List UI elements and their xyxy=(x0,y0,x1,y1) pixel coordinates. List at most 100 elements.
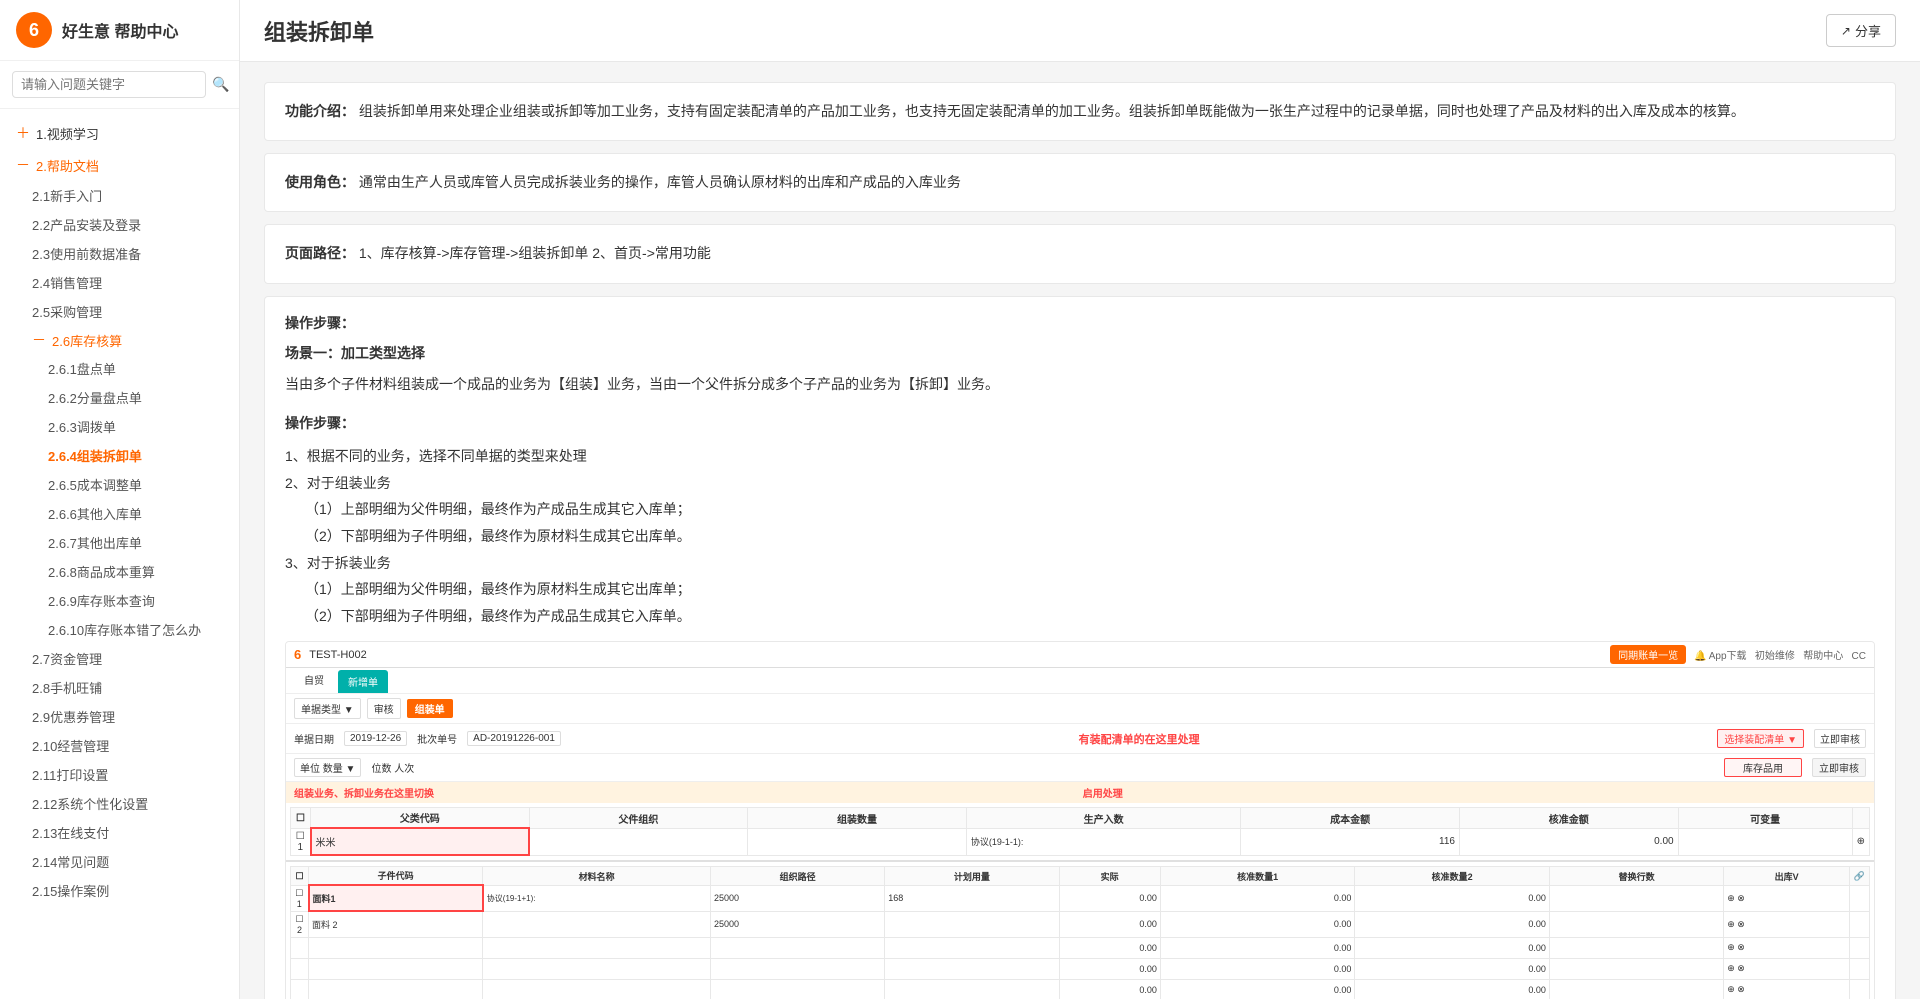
td2-check: ☐ 1 xyxy=(291,885,309,911)
tab-new[interactable]: 新增单 xyxy=(338,670,388,693)
app-form: 单据日期 2019-12-26 批次单号 AD-20191226-001 有装配… xyxy=(286,724,1874,754)
td2-approved1: 0.00 xyxy=(1160,885,1355,911)
td-parent-org xyxy=(529,828,748,855)
th-prod-in: 生产入数 xyxy=(966,808,1240,829)
toolbar-doc-type[interactable]: 单据类型 ▼ xyxy=(294,698,361,719)
sidebar-item-label: 2.6库存核算 xyxy=(52,331,122,350)
form-group-value[interactable]: AD-20191226-001 xyxy=(467,731,561,746)
th-cost: 成本金额 xyxy=(1241,808,1460,829)
sidebar-item-cost-recalc[interactable]: 2.6.8商品成本重算 xyxy=(48,557,239,586)
toolbar-assembly[interactable]: 组装单 xyxy=(407,699,453,718)
sidebar-item-coupon[interactable]: 2.9优惠券管理 xyxy=(32,702,239,731)
role-card: 使用角色： 通常由生产人员或库管人员完成拆装业务的操作，库管人员确认原材料的出库… xyxy=(264,153,1896,212)
td2-out2: ⊕ ⊗ xyxy=(1724,911,1850,937)
scene1-desc: 当由多个子件材料组装成一个成品的业务为【组装】业务，当由一个父件拆分成多个子产品… xyxy=(285,371,1875,398)
lower-table-row-empty: 0.00 0.00 0.00 ⊕ ⊗ xyxy=(291,937,1870,958)
sidebar-item-cases[interactable]: 2.15操作案例 xyxy=(32,876,239,905)
path-text: 页面路径： 1、库存核算->库存管理->组装拆卸单 2、首页->常用功能 xyxy=(285,241,1875,266)
td2-empty-5b xyxy=(309,979,483,999)
sidebar-item-assembly[interactable]: 2.6.4组装拆卸单 xyxy=(48,441,239,470)
page-title: 组装拆卸单 xyxy=(264,15,374,47)
collapse-icon: － xyxy=(32,330,46,350)
td-check: ☐ 1 xyxy=(291,828,311,855)
th-qty: 组装数量 xyxy=(748,808,967,829)
sidebar-item-install[interactable]: 2.2产品安装及登录 xyxy=(32,210,239,239)
td2-app2-2: 0.00 xyxy=(1355,911,1550,937)
form-unit-count[interactable]: 单位 数量 ▼ xyxy=(294,758,361,777)
toolbar-approve[interactable]: 审核 xyxy=(367,698,401,719)
td2-empty-4j: ⊕ ⊗ xyxy=(1724,958,1850,979)
sidebar-item-purchase[interactable]: 2.5采购管理 xyxy=(32,297,239,326)
share-button[interactable]: ↗ 分享 xyxy=(1826,14,1896,47)
annotation-switch: 组装业务、拆卸业务在这里切换 xyxy=(294,785,434,800)
sidebar-item-beginner[interactable]: 2.1新手入门 xyxy=(32,181,239,210)
td2-empty-3i xyxy=(1549,937,1723,958)
step3-2: （2）下部明细为子件明细，最终作为产成品生成其它入库单。 xyxy=(285,603,1875,630)
td2-replace xyxy=(1549,885,1723,911)
form-date-value[interactable]: 2019-12-26 xyxy=(344,731,407,746)
sidebar-item-partial-stocktake[interactable]: 2.6.2分量盘点单 xyxy=(48,383,239,412)
nav-sub-inventory: 2.6.1盘点单 2.6.2分量盘点单 2.6.3调拨单 2.6.4组装拆卸单 … xyxy=(32,354,239,644)
sidebar-item-docs[interactable]: － 2.帮助文档 xyxy=(0,149,239,181)
path-card: 页面路径： 1、库存核算->库存管理->组装拆卸单 2、首页->常用功能 xyxy=(264,224,1896,283)
sidebar-item-data-prep[interactable]: 2.3使用前数据准备 xyxy=(32,239,239,268)
td2-empty-4i xyxy=(1549,958,1723,979)
lower-table-row-empty: 0.00 0.00 0.00 ⊕ ⊗ xyxy=(291,979,1870,999)
tab-home[interactable]: 自贸 xyxy=(294,668,334,693)
td-action[interactable]: ⊕ xyxy=(1852,828,1869,855)
th-check: ☐ xyxy=(291,808,311,829)
lower-table-row: ☐ 2 面料 2 25000 0.00 0.00 0.00 ⊕ ⊗ xyxy=(291,911,1870,937)
sidebar-item-operation[interactable]: 2.10经营管理 xyxy=(32,731,239,760)
td2-sub-code[interactable]: 面料1 xyxy=(309,885,483,911)
td2-empty-3b xyxy=(309,937,483,958)
form-stock-input[interactable]: 库存品用 xyxy=(1724,758,1802,777)
form-confirm-btn[interactable]: 立即审核 xyxy=(1812,758,1866,777)
sidebar-item-transfer[interactable]: 2.6.3调拨单 xyxy=(48,412,239,441)
sidebar-item-cost-adjust[interactable]: 2.6.5成本调整单 xyxy=(48,470,239,499)
form-approve-btn[interactable]: 立即审核 xyxy=(1814,729,1866,748)
sidebar-item-print[interactable]: 2.11打印设置 xyxy=(32,760,239,789)
form-bom-btn[interactable]: 选择装配清单 ▼ xyxy=(1717,729,1804,748)
collapse-icon: － xyxy=(16,155,30,175)
main-header: 组装拆卸单 ↗ 分享 xyxy=(240,0,1920,62)
nav-list: ＋ 1.视频学习 － 2.帮助文档 2.1新手入门 2.2产品安装及登录 2.3… xyxy=(0,109,239,999)
lower-table-row: ☐ 1 面料1 协议(19-1+1): 25000 168 0.00 0.00 … xyxy=(291,885,1870,911)
sidebar-item-other-in[interactable]: 2.6.6其他入库单 xyxy=(48,499,239,528)
sidebar-item-stock-error[interactable]: 2.6.10库存账本错了怎么办 xyxy=(48,615,239,644)
sidebar-item-other-out[interactable]: 2.6.7其他出库单 xyxy=(48,528,239,557)
ops-heading: 操作步骤： xyxy=(285,313,1875,333)
app-logo-icon: 6 xyxy=(294,647,301,662)
search-input[interactable] xyxy=(12,71,206,98)
sidebar-item-stock-ledger[interactable]: 2.6.9库存账本查询 xyxy=(48,586,239,615)
td2-approved2: 0.00 xyxy=(1355,885,1550,911)
steps-section: 操作步骤： 场景一：加工类型选择 当由多个子件材料组装成一个成品的业务为【组装】… xyxy=(264,296,1896,999)
th2-outbound: 出库V xyxy=(1724,867,1850,886)
role-label: 使用角色： xyxy=(285,174,355,190)
td2-empty-4c xyxy=(483,958,711,979)
function-intro-text: 功能介绍： 组装拆卸单用来处理企业组装或拆卸等加工业务，支持有固定装配清单的产品… xyxy=(285,99,1875,124)
lower-table: ☐ 子件代码 材料名称 组织路径 计划用量 实际 核准数量1 核准数量2 替换行… xyxy=(290,866,1870,999)
form-count-label: 位数 人次 xyxy=(371,760,414,775)
td2-org2: 25000 xyxy=(710,911,884,937)
td-variable xyxy=(1678,828,1852,855)
td-parent-code[interactable]: 米米 xyxy=(311,828,530,855)
path-label: 页面路径： xyxy=(285,245,355,261)
td2-empty-4k xyxy=(1850,958,1870,979)
td2-empty-3 xyxy=(291,937,309,958)
sidebar-item-video[interactable]: ＋ 1.视频学习 xyxy=(0,117,239,149)
scene1-title: 场景一：加工类型选择 xyxy=(285,343,1875,363)
td2-plan2 xyxy=(885,911,1059,937)
td2-empty-5e xyxy=(885,979,1059,999)
td2-empty-5c xyxy=(483,979,711,999)
sidebar-item-inventory[interactable]: － 2.6库存核算 xyxy=(32,326,239,354)
sidebar-item-sales[interactable]: 2.4销售管理 xyxy=(32,268,239,297)
app-bill-btn[interactable]: 同期账单一览 xyxy=(1610,645,1686,664)
sidebar-item-customize[interactable]: 2.12系统个性化设置 xyxy=(32,789,239,818)
sidebar-item-finance[interactable]: 2.7资金管理 xyxy=(32,644,239,673)
td2-empty-5d xyxy=(710,979,884,999)
sidebar-item-faq[interactable]: 2.14常见问题 xyxy=(32,847,239,876)
sidebar-item-mobile[interactable]: 2.8手机旺铺 xyxy=(32,673,239,702)
sidebar-item-stocktake[interactable]: 2.6.1盘点单 xyxy=(48,354,239,383)
sidebar-item-online-pay[interactable]: 2.13在线支付 xyxy=(32,818,239,847)
search-icon[interactable]: 🔍 xyxy=(212,76,229,93)
